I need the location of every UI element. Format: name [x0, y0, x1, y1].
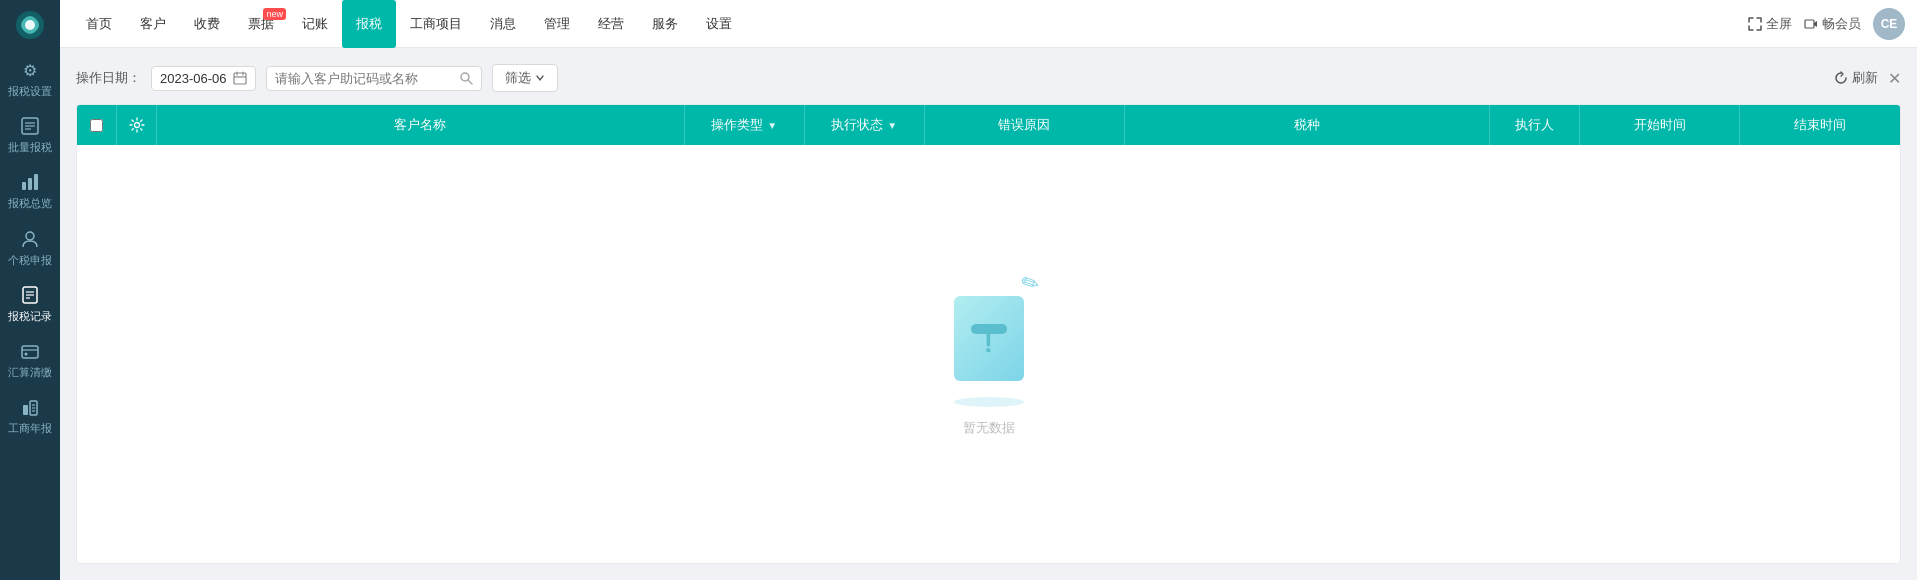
sidebar-item-settlement[interactable]: 汇算清缴	[0, 331, 60, 387]
th-tax-type: 税种	[1125, 105, 1490, 145]
user-avatar[interactable]: CE	[1873, 8, 1905, 40]
th-error-reason: 错误原因	[925, 105, 1125, 145]
settlement-icon	[18, 339, 42, 363]
sidebar-item-tax-records[interactable]: 报税记录	[0, 275, 60, 331]
calendar-icon	[233, 71, 247, 85]
th-op-type[interactable]: 操作类型 ▼	[685, 105, 805, 145]
search-icon	[459, 71, 473, 85]
close-button[interactable]: ✕	[1888, 69, 1901, 88]
fullscreen-button[interactable]: 全屏	[1748, 15, 1792, 33]
th-client-name: 客户名称	[157, 105, 685, 145]
batch-tax-icon	[18, 114, 42, 138]
th-end-time: 结束时间	[1740, 105, 1900, 145]
table-header: 客户名称 操作类型 ▼ 执行状态 ▼ 错误原因 税种 执行人	[77, 105, 1900, 145]
nav-item-home[interactable]: 首页	[72, 0, 126, 48]
th-checkbox[interactable]	[77, 105, 117, 145]
nav-item-management[interactable]: 管理	[530, 0, 584, 48]
svg-point-16	[25, 352, 28, 355]
refresh-button[interactable]: 刷新	[1834, 69, 1878, 87]
th-start-time: 开始时间	[1580, 105, 1740, 145]
date-picker[interactable]: 2023-06-06	[151, 66, 256, 91]
member-button[interactable]: 畅会员	[1804, 15, 1861, 33]
sidebar: ⚙ 报税设置 批量报税 报税总览	[0, 0, 60, 580]
op-type-filter-icon: ▼	[767, 120, 777, 131]
logo[interactable]	[0, 0, 60, 50]
svg-rect-23	[234, 73, 246, 84]
tax-records-icon	[18, 283, 42, 307]
sidebar-item-annual-report[interactable]: 工商年报	[0, 387, 60, 443]
search-box[interactable]	[266, 66, 482, 91]
refresh-icon	[1834, 71, 1848, 85]
page-toolbar: 操作日期： 2023-06-06 筛选	[76, 64, 1901, 92]
exec-status-filter-icon: ▼	[887, 120, 897, 131]
nav-item-service[interactable]: 服务	[638, 0, 692, 48]
svg-rect-22	[1805, 20, 1814, 28]
svg-rect-17	[23, 405, 28, 415]
select-all-checkbox[interactable]	[90, 119, 103, 132]
date-label: 操作日期：	[76, 69, 141, 87]
svg-line-28	[468, 80, 472, 84]
tax-settings-icon: ⚙	[18, 58, 42, 82]
empty-shadow	[954, 397, 1024, 407]
sidebar-item-tax-records-label: 报税记录	[8, 310, 52, 323]
empty-illustration: ✏ !	[939, 271, 1039, 381]
svg-rect-14	[22, 346, 38, 358]
sidebar-item-batch-tax-label: 批量报税	[8, 141, 52, 154]
pen-decoration: ✏	[1017, 269, 1043, 300]
chevron-down-icon	[535, 73, 545, 83]
sidebar-item-tax-overview-label: 报税总览	[8, 197, 52, 210]
main-area: 首页 客户 收费 票据 new 记账 报税 工商项目 消息 管理 经营	[60, 0, 1917, 580]
data-table: 客户名称 操作类型 ▼ 执行状态 ▼ 错误原因 税种 执行人	[76, 104, 1901, 564]
sidebar-item-annual-report-label: 工商年报	[8, 422, 52, 435]
nav-item-tax[interactable]: 报税	[342, 0, 396, 48]
sidebar-item-settlement-label: 汇算清缴	[8, 366, 52, 379]
nav-item-bookkeeping[interactable]: 记账	[288, 0, 342, 48]
sidebar-item-tax-settings-label: 报税设置	[8, 85, 52, 98]
empty-state: ✏ ! 暂无数据	[77, 145, 1900, 563]
svg-rect-6	[22, 182, 26, 190]
settings-icon	[129, 117, 145, 133]
clipboard-clip	[971, 324, 1007, 334]
video-icon	[1804, 17, 1818, 31]
nav-item-commerce[interactable]: 工商项目	[396, 0, 476, 48]
sidebar-item-tax-overview[interactable]: 报税总览	[0, 162, 60, 218]
search-input[interactable]	[275, 67, 455, 90]
nav-item-accounting[interactable]: 经营	[584, 0, 638, 48]
nav-item-billing[interactable]: 收费	[180, 0, 234, 48]
empty-text: 暂无数据	[963, 419, 1015, 437]
svg-point-29	[134, 123, 139, 128]
personal-tax-icon	[18, 227, 42, 251]
filter-button[interactable]: 筛选	[492, 64, 558, 92]
topnav-right: 全屏 畅会员 CE	[1748, 8, 1905, 40]
tax-overview-icon	[18, 170, 42, 194]
sidebar-item-batch-tax[interactable]: 批量报税	[0, 106, 60, 162]
nav-item-client[interactable]: 客户	[126, 0, 180, 48]
annual-report-icon	[18, 395, 42, 419]
nav-item-settings[interactable]: 设置	[692, 0, 746, 48]
svg-rect-8	[34, 174, 38, 190]
toolbar-right: 刷新 ✕	[1834, 69, 1901, 88]
nav-item-messages[interactable]: 消息	[476, 0, 530, 48]
svg-point-1	[25, 20, 35, 30]
svg-point-9	[26, 232, 34, 240]
th-executor: 执行人	[1490, 105, 1580, 145]
page-content: 操作日期： 2023-06-06 筛选	[60, 48, 1917, 580]
top-navigation: 首页 客户 收费 票据 new 记账 报税 工商项目 消息 管理 经营	[60, 0, 1917, 48]
th-settings[interactable]	[117, 105, 157, 145]
sidebar-item-tax-settings[interactable]: ⚙ 报税设置	[0, 50, 60, 106]
sidebar-item-personal-tax[interactable]: 个税申报	[0, 219, 60, 275]
invoice-new-badge: new	[263, 8, 286, 21]
sidebar-item-personal-tax-label: 个税申报	[8, 254, 52, 267]
svg-rect-7	[28, 178, 32, 190]
clipboard-body: !	[954, 296, 1024, 381]
th-exec-status[interactable]: 执行状态 ▼	[805, 105, 925, 145]
nav-item-invoice[interactable]: 票据 new	[234, 0, 288, 48]
fullscreen-icon	[1748, 17, 1762, 31]
